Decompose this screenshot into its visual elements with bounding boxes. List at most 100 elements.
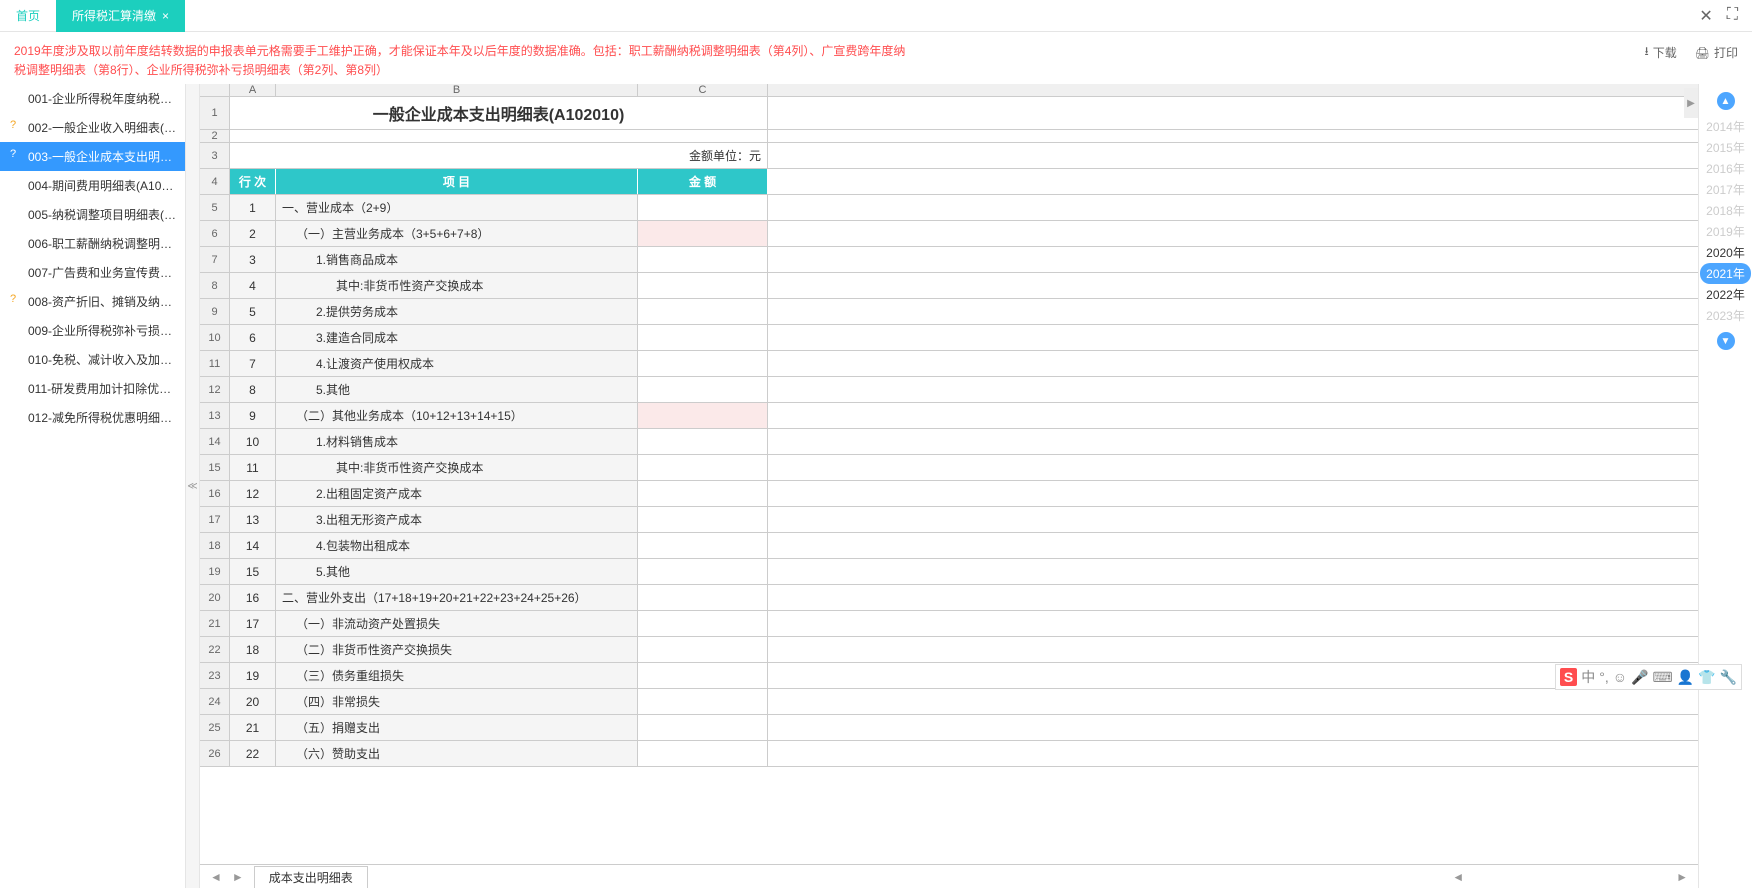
cell-line-no[interactable]: 17 <box>230 611 276 636</box>
row-header[interactable]: 25 <box>200 715 230 740</box>
row-header[interactable]: 10 <box>200 325 230 350</box>
cell-item[interactable]: 1.销售商品成本 <box>276 247 638 272</box>
row-header[interactable]: 11 <box>200 351 230 376</box>
cell-amount[interactable] <box>638 247 768 272</box>
ime-user-icon[interactable]: 👤 <box>1677 669 1694 686</box>
row-header[interactable]: 18 <box>200 533 230 558</box>
ime-keyboard-icon[interactable]: ⌨ <box>1652 669 1672 686</box>
cell-line-no[interactable]: 22 <box>230 741 276 766</box>
row-header[interactable]: 8 <box>200 273 230 298</box>
year-item[interactable]: 2022年 <box>1700 284 1751 305</box>
cell-item[interactable]: （四）非常损失 <box>276 689 638 714</box>
sidebar-item[interactable]: 011-研发费用加计扣除优惠… <box>0 374 185 403</box>
row-header[interactable]: 26 <box>200 741 230 766</box>
sidebar-item[interactable]: ?002-一般企业收入明细表(A10… <box>0 113 185 142</box>
cell-item[interactable]: 3.建造合同成本 <box>276 325 638 350</box>
cell-amount[interactable] <box>638 195 768 220</box>
row-header[interactable]: 21 <box>200 611 230 636</box>
cell-line-no[interactable]: 18 <box>230 637 276 662</box>
sheet-nav-next[interactable]: ► <box>228 870 248 884</box>
row-header[interactable]: 13 <box>200 403 230 428</box>
cell-line-no[interactable]: 16 <box>230 585 276 610</box>
cell-line-no[interactable]: 1 <box>230 195 276 220</box>
year-scroll-down[interactable]: ▼ <box>1717 332 1735 350</box>
cell-item[interactable]: （五）捐赠支出 <box>276 715 638 740</box>
ime-toolbar[interactable]: S 中 °, ☺ 🎤 ⌨ 👤 👕 🔧 <box>1555 664 1742 690</box>
cell-item[interactable]: （二）非货币性资产交换损失 <box>276 637 638 662</box>
cell-item[interactable]: 5.其他 <box>276 559 638 584</box>
cell-item[interactable]: 2.提供劳务成本 <box>276 299 638 324</box>
sidebar-item[interactable]: 006-职工薪酬纳税调整明细… <box>0 229 185 258</box>
cell-item[interactable]: （一）非流动资产处置损失 <box>276 611 638 636</box>
cell-amount[interactable] <box>638 637 768 662</box>
cell-item[interactable]: （六）赞助支出 <box>276 741 638 766</box>
cell-line-no[interactable]: 3 <box>230 247 276 272</box>
ime-tool-icon[interactable]: 🔧 <box>1720 669 1737 686</box>
row-header[interactable]: 7 <box>200 247 230 272</box>
row-header[interactable]: 15 <box>200 455 230 480</box>
ime-brand-icon[interactable]: S <box>1560 668 1577 686</box>
sidebar-item[interactable]: 001-企业所得税年度纳税申… <box>0 84 185 113</box>
row-header[interactable]: 19 <box>200 559 230 584</box>
cell-amount[interactable] <box>638 273 768 298</box>
expand-panel-button[interactable]: ▶ <box>1684 88 1698 118</box>
row-header[interactable]: 23 <box>200 663 230 688</box>
cell-item[interactable]: 一、营业成本（2+9） <box>276 195 638 220</box>
cell-item[interactable]: 4.包装物出租成本 <box>276 533 638 558</box>
col-header-a[interactable]: A <box>230 84 276 96</box>
col-header-c[interactable]: C <box>638 84 768 96</box>
ime-skin-icon[interactable]: 👕 <box>1698 669 1715 686</box>
close-icon[interactable]: × <box>162 0 169 32</box>
close-window-icon[interactable]: ✕ <box>1699 6 1712 26</box>
year-item[interactable]: 2020年 <box>1700 242 1751 263</box>
cell-item[interactable]: 2.出租固定资产成本 <box>276 481 638 506</box>
print-button[interactable]: 🖨 打印 <box>1695 42 1738 63</box>
cell-amount[interactable] <box>638 325 768 350</box>
cell-line-no[interactable]: 7 <box>230 351 276 376</box>
cell-line-no[interactable]: 14 <box>230 533 276 558</box>
cell-line-no[interactable]: 11 <box>230 455 276 480</box>
hscroll-left[interactable]: ◄ <box>1452 870 1464 884</box>
ime-emoji-icon[interactable]: ☺ <box>1613 669 1627 685</box>
cell-amount[interactable] <box>638 299 768 324</box>
col-header-b[interactable]: B <box>276 84 638 96</box>
cell-item[interactable]: 其中:非货币性资产交换成本 <box>276 455 638 480</box>
cell-amount[interactable] <box>638 429 768 454</box>
row-header[interactable]: 17 <box>200 507 230 532</box>
sidebar-item[interactable]: 010-免税、减计收入及加计… <box>0 345 185 374</box>
cell-item[interactable]: 3.出租无形资产成本 <box>276 507 638 532</box>
cell-line-no[interactable]: 13 <box>230 507 276 532</box>
cell-amount[interactable] <box>638 689 768 714</box>
sheet-nav-prev[interactable]: ◄ <box>206 870 226 884</box>
ime-punct-icon[interactable]: °, <box>1599 669 1609 685</box>
cell-item[interactable]: （一）主营业务成本（3+5+6+7+8） <box>276 221 638 246</box>
cell-item[interactable]: 其中:非货币性资产交换成本 <box>276 273 638 298</box>
sidebar-item[interactable]: 007-广告费和业务宣传费跨… <box>0 258 185 287</box>
cell-amount[interactable] <box>638 481 768 506</box>
cell-item[interactable]: 1.材料销售成本 <box>276 429 638 454</box>
cell-item[interactable]: （三）债务重组损失 <box>276 663 638 688</box>
sidebar-item[interactable]: ?008-资产折旧、摊销及纳税… <box>0 287 185 316</box>
ime-lang[interactable]: 中 <box>1581 667 1595 687</box>
cell-amount[interactable] <box>638 741 768 766</box>
cell-line-no[interactable]: 6 <box>230 325 276 350</box>
cell-amount[interactable] <box>638 455 768 480</box>
cell-line-no[interactable]: 10 <box>230 429 276 454</box>
sidebar-item[interactable]: ?003-一般企业成本支出明细… <box>0 142 185 171</box>
cell-amount[interactable] <box>638 221 768 246</box>
sheet-tab[interactable]: 成本支出明细表 <box>254 866 368 888</box>
row-header[interactable]: 16 <box>200 481 230 506</box>
cell-amount[interactable] <box>638 507 768 532</box>
row-header[interactable]: 3 <box>200 143 230 168</box>
row-header[interactable]: 22 <box>200 637 230 662</box>
row-header[interactable]: 12 <box>200 377 230 402</box>
year-item[interactable]: 2021年 <box>1700 263 1751 284</box>
cell-item[interactable]: 4.让渡资产使用权成本 <box>276 351 638 376</box>
cell-amount[interactable] <box>638 585 768 610</box>
row-header[interactable]: 6 <box>200 221 230 246</box>
download-button[interactable]: ⭳ 下载 <box>1645 42 1677 63</box>
cell-line-no[interactable]: 15 <box>230 559 276 584</box>
cell-amount[interactable] <box>638 715 768 740</box>
cell-line-no[interactable]: 2 <box>230 221 276 246</box>
ime-mic-icon[interactable]: 🎤 <box>1631 669 1648 686</box>
